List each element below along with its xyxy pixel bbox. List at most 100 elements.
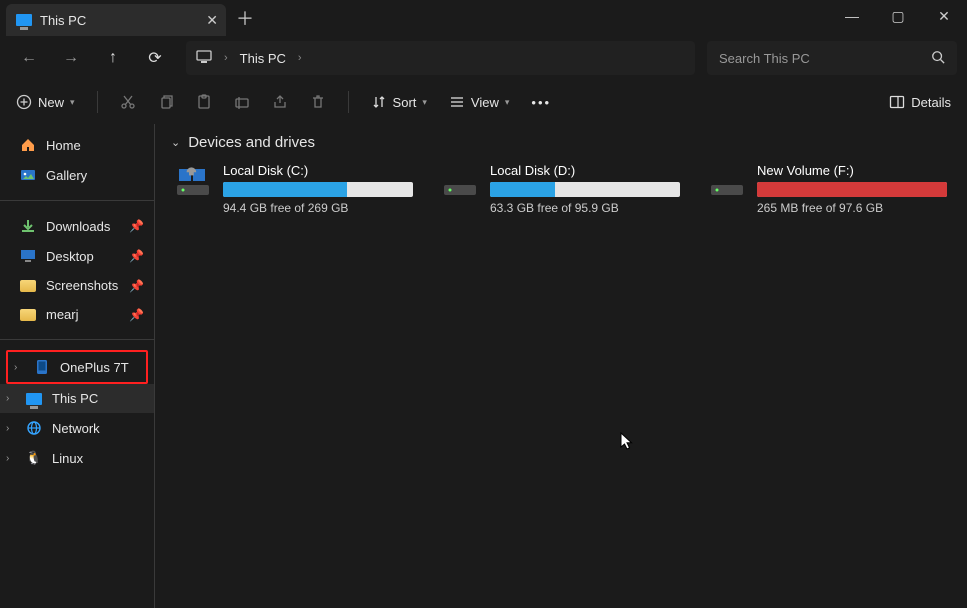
maximize-button[interactable]: ▢ — [875, 0, 921, 32]
chevron-right-icon[interactable]: › — [6, 423, 9, 434]
folder-icon — [20, 280, 36, 292]
navigation-pane: Home Gallery Downloads 📌 Desktop 📌 Scre — [0, 124, 155, 608]
close-window-button[interactable]: ✕ — [921, 0, 967, 32]
chevron-down-icon: ⌄ — [171, 136, 180, 149]
sidebar-item-oneplus[interactable]: › OnePlus 7T — [8, 352, 146, 382]
delete-button[interactable] — [310, 94, 326, 110]
breadcrumb-this-pc[interactable]: This PC — [240, 51, 286, 66]
drive-icon — [707, 163, 747, 203]
sidebar-label: OnePlus 7T — [60, 360, 129, 375]
view-button[interactable]: View ▾ — [449, 94, 509, 110]
separator — [0, 339, 154, 340]
rename-button[interactable] — [234, 94, 250, 110]
pin-icon: 📌 — [129, 219, 144, 233]
drive-icon — [440, 163, 480, 203]
paste-button[interactable] — [196, 94, 212, 110]
share-button[interactable] — [272, 94, 288, 110]
sidebar-item-desktop[interactable]: Desktop 📌 — [0, 241, 154, 271]
section-header-devices[interactable]: ⌄ Devices and drives — [171, 134, 951, 151]
sidebar-item-mearj[interactable]: mearj 📌 — [0, 300, 154, 329]
drive-item[interactable]: New Volume (F:) 265 MB free of 97.6 GB — [705, 161, 950, 217]
drive-icon — [173, 163, 213, 203]
separator — [97, 91, 98, 113]
minimize-button[interactable]: ― — [829, 0, 875, 32]
sidebar-item-home[interactable]: Home — [0, 130, 154, 160]
desktop-icon — [20, 248, 36, 264]
new-button[interactable]: New ▾ — [16, 94, 75, 110]
network-icon — [26, 420, 42, 436]
back-button[interactable]: ← — [10, 42, 48, 74]
sidebar-label: Home — [46, 138, 81, 153]
pin-icon: 📌 — [129, 279, 144, 293]
sidebar-label: mearj — [46, 307, 79, 322]
sidebar-label: This PC — [52, 391, 98, 406]
refresh-button[interactable]: ⟳ — [136, 42, 174, 74]
drive-free-text: 94.4 GB free of 269 GB — [223, 201, 414, 215]
content-area: ⌄ Devices and drives Local Disk (C:) 94.4… — [155, 124, 967, 608]
monitor-icon — [196, 50, 212, 67]
chevron-right-icon: › — [224, 52, 228, 64]
drive-name: New Volume (F:) — [757, 163, 948, 178]
sort-button[interactable]: Sort ▾ — [371, 94, 427, 110]
phone-icon — [34, 359, 50, 375]
navigation-bar: ← → ↑ ⟳ › This PC › — [0, 36, 967, 80]
details-pane-button[interactable]: Details — [889, 94, 951, 110]
pin-icon: 📌 — [129, 249, 144, 263]
pin-icon: 📌 — [129, 308, 144, 322]
folder-icon — [20, 309, 36, 321]
sidebar-label: Screenshots — [46, 278, 118, 293]
new-tab-button[interactable]: ＋ — [236, 5, 254, 31]
drive-item[interactable]: Local Disk (C:) 94.4 GB free of 269 GB — [171, 161, 416, 217]
section-title: Devices and drives — [188, 134, 315, 151]
chevron-right-icon[interactable]: › — [14, 362, 17, 373]
gallery-icon — [20, 167, 36, 183]
window-controls: ― ▢ ✕ — [829, 0, 967, 32]
this-pc-icon — [16, 14, 32, 26]
home-icon — [20, 137, 36, 153]
command-bar: New ▾ Sort ▾ View ▾ ••• Details — [0, 80, 967, 124]
drive-free-text: 265 MB free of 97.6 GB — [757, 201, 948, 215]
view-label: View — [471, 95, 499, 110]
drives-list: Local Disk (C:)94.4 GB free of 269 GBLoc… — [171, 161, 951, 217]
search-box[interactable] — [707, 41, 957, 75]
close-tab-icon[interactable]: ✕ — [206, 12, 218, 29]
tab-this-pc[interactable]: This PC ✕ — [6, 4, 226, 36]
sidebar-label: Network — [52, 421, 100, 436]
sort-label: Sort — [393, 95, 417, 110]
sidebar-item-screenshots[interactable]: Screenshots 📌 — [0, 271, 154, 300]
copy-button[interactable] — [158, 94, 174, 110]
sidebar-item-downloads[interactable]: Downloads 📌 — [0, 211, 154, 241]
drive-item[interactable]: Local Disk (D:) 63.3 GB free of 95.9 GB — [438, 161, 683, 217]
separator — [0, 200, 154, 201]
new-label: New — [38, 95, 64, 110]
address-bar[interactable]: › This PC › — [186, 41, 695, 75]
sidebar-label: Desktop — [46, 249, 94, 264]
this-pc-icon — [26, 393, 42, 405]
up-button[interactable]: ↑ — [94, 42, 132, 74]
details-label: Details — [911, 95, 951, 110]
cut-button[interactable] — [120, 94, 136, 110]
drive-name: Local Disk (C:) — [223, 163, 414, 178]
sidebar-label: Linux — [52, 451, 83, 466]
more-button[interactable]: ••• — [531, 95, 551, 110]
drive-usage-bar — [490, 182, 680, 197]
drive-usage-bar — [757, 182, 947, 197]
tab-title: This PC — [40, 13, 86, 28]
sidebar-label: Downloads — [46, 219, 110, 234]
drive-usage-bar — [223, 182, 413, 197]
search-input[interactable] — [719, 51, 925, 66]
sidebar-item-linux[interactable]: › 🐧 Linux — [0, 443, 154, 473]
chevron-right-icon: › — [298, 52, 302, 64]
sidebar-item-this-pc[interactable]: › This PC — [0, 384, 154, 413]
chevron-right-icon[interactable]: › — [6, 393, 9, 404]
main-split: Home Gallery Downloads 📌 Desktop 📌 Scre — [0, 124, 967, 608]
linux-icon: 🐧 — [26, 450, 42, 466]
forward-button[interactable]: → — [52, 42, 90, 74]
sidebar-item-gallery[interactable]: Gallery — [0, 160, 154, 190]
chevron-right-icon[interactable]: › — [6, 453, 9, 464]
sidebar-item-network[interactable]: › Network — [0, 413, 154, 443]
drive-name: Local Disk (D:) — [490, 163, 681, 178]
titlebar: This PC ✕ ＋ ― ▢ ✕ — [0, 0, 967, 36]
search-icon[interactable] — [931, 50, 945, 67]
drive-free-text: 63.3 GB free of 95.9 GB — [490, 201, 681, 215]
